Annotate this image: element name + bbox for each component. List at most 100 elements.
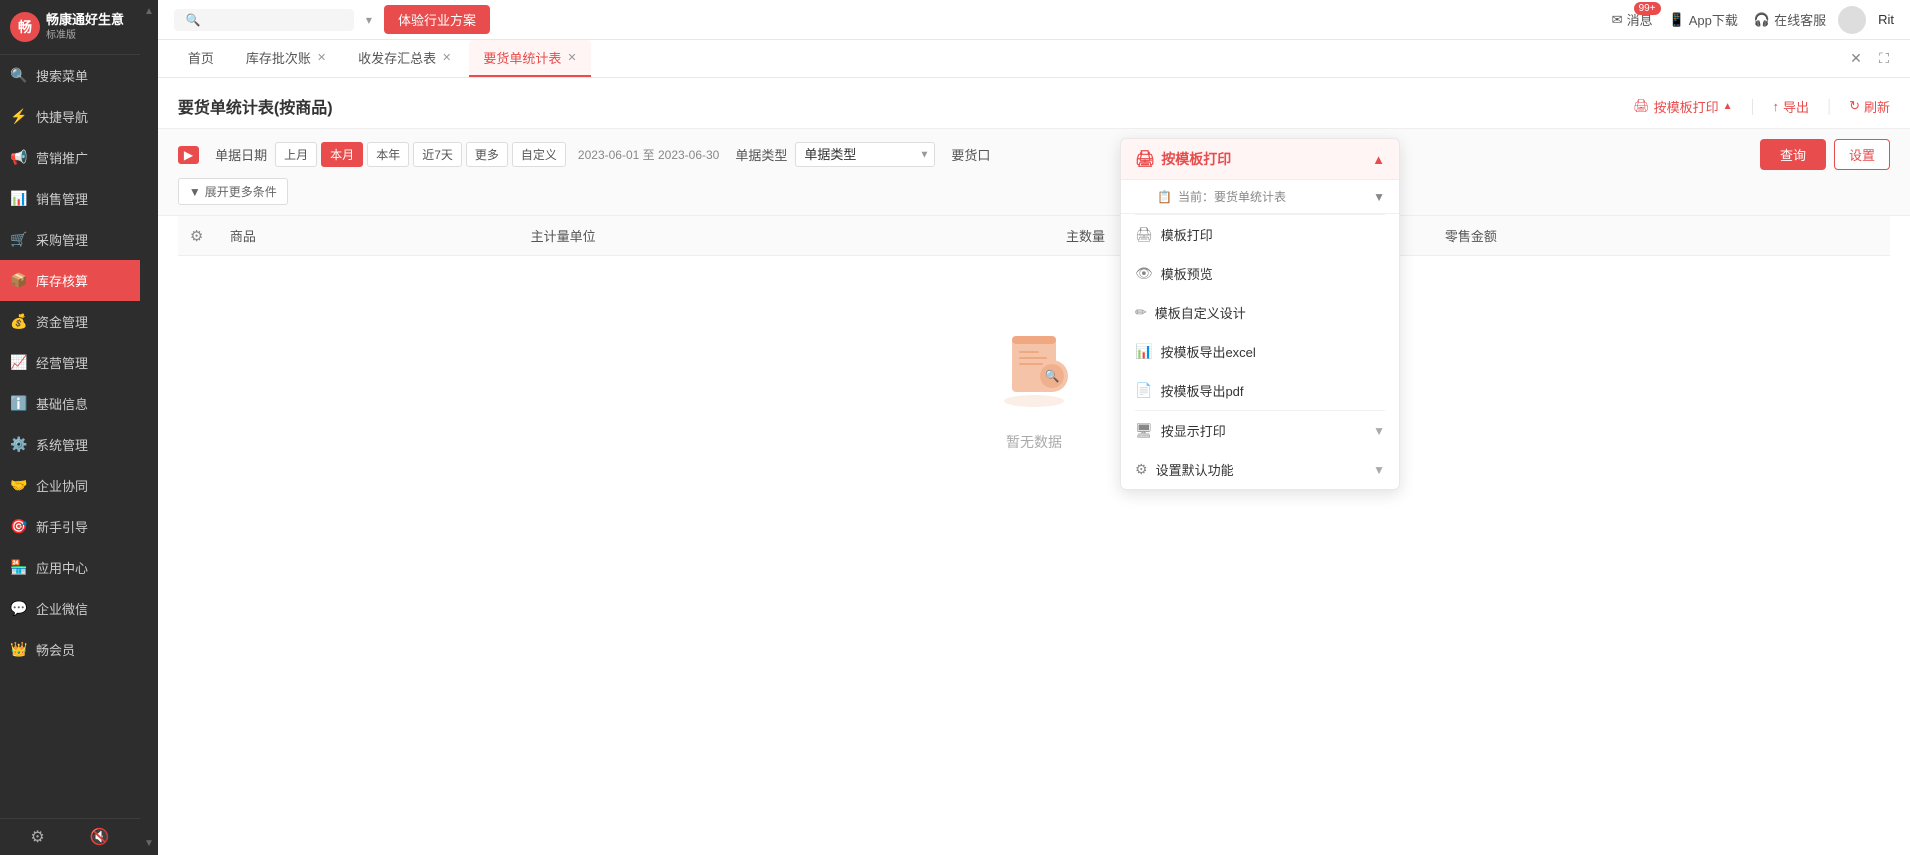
export-btn[interactable]: ↑ 导出 — [1773, 97, 1810, 116]
template-export-excel-item[interactable]: 📊 按模板导出excel — [1121, 332, 1399, 371]
close-window-btn[interactable]: ✕ — [1846, 49, 1866, 69]
type-filter-group: 单据类型 单据类型 ▼ — [735, 142, 935, 167]
tab-close-inventory-batch[interactable]: ✕ — [317, 51, 326, 64]
table-area: ⚙ 商品 主计量单位 主数量 零售金额 — [158, 216, 1910, 532]
display-print-item[interactable]: 🖥 按显示打印 ▼ — [1121, 411, 1399, 450]
print-item-icon: 🖨 — [1135, 226, 1153, 243]
template-preview-item[interactable]: 👁 模板预览 — [1121, 254, 1399, 293]
experience-btn[interactable]: 体验行业方案 — [384, 5, 490, 34]
date-filter-group: 单据日期 上月 本月 本年 近7天 更多 自定义 2023-06-01 至 20… — [215, 142, 719, 167]
sidebar-item-finance[interactable]: 💰 资金管理 — [0, 301, 140, 342]
default-func-icon: ⚙ — [1135, 461, 1148, 478]
pdf-item-icon: 📄 — [1135, 382, 1152, 399]
query-btn[interactable]: 查询 — [1760, 139, 1826, 170]
column-settings-icon[interactable]: ⚙ — [190, 228, 203, 245]
expand-conditions-btn[interactable]: ▼ 展开更多条件 — [178, 178, 288, 205]
wechat-icon: 💬 — [10, 600, 28, 618]
sidebar-item-wechat[interactable]: 💬 企业微信 — [0, 588, 140, 629]
goods-filter-group: 要货口 — [951, 145, 990, 164]
divider1: ｜ — [1745, 94, 1761, 118]
tab-inventory-batch[interactable]: 库存批次账 ✕ — [232, 40, 340, 77]
message-badge: 99+ — [1634, 2, 1661, 15]
sidebar-item-basic[interactable]: ℹ️ 基础信息 — [0, 383, 140, 424]
date-filter-label: 单据日期 — [215, 145, 267, 164]
settings-footer-btn[interactable]: ⚙ — [30, 827, 44, 847]
last-7-days-btn[interactable]: 近7天 — [413, 142, 462, 167]
sidebar-item-member[interactable]: 👑 畅会员 — [0, 629, 140, 670]
data-table: ⚙ 商品 主计量单位 主数量 零售金额 — [178, 216, 1890, 256]
scroll-down-arrow[interactable]: ▼ — [142, 834, 156, 853]
user-avatar[interactable] — [1838, 6, 1866, 34]
message-icon: ✉ — [1612, 12, 1623, 28]
display-print-arrow: ▼ — [1373, 424, 1385, 438]
sidebar-item-purchase[interactable]: 🛒 采购管理 — [0, 219, 140, 260]
sidebar-item-sales[interactable]: 📊 销售管理 — [0, 178, 140, 219]
app-download-btn[interactable]: 📱 App下载 — [1669, 10, 1738, 29]
sidebar-item-inventory[interactable]: 📦 库存核算 — [0, 260, 140, 301]
col-amount: 零售金额 — [1433, 216, 1890, 256]
this-month-btn[interactable]: 本月 — [321, 142, 363, 167]
print-btn[interactable]: 🖨 按模板打印 ▲ — [1633, 97, 1732, 116]
system-icon: ⚙️ — [10, 436, 28, 454]
sidebar-item-system[interactable]: ⚙️ 系统管理 — [0, 424, 140, 465]
dropdown-collapse-btn[interactable]: ▲ — [1372, 152, 1385, 167]
header-dropdown[interactable]: ▾ — [366, 13, 372, 27]
col-settings: ⚙ — [178, 216, 218, 256]
page-content: 要货单统计表(按商品) 🖨 按模板打印 ▲ ｜ ↑ 导出 ｜ ↻ — [158, 78, 1910, 855]
sidebar-item-marketing[interactable]: 📢 营销推广 — [0, 137, 140, 178]
member-icon: 👑 — [10, 641, 28, 659]
basic-icon: ℹ️ — [10, 395, 28, 413]
search-header-icon: 🔍 — [186, 13, 201, 27]
top-header: 🔍 ▾ 体验行业方案 ✉ 消息 99+ 📱 App下载 🎧 在线客服 — [158, 0, 1910, 40]
sales-icon: 📊 — [10, 190, 28, 208]
sidebar-item-collab[interactable]: 🤝 企业协同 — [0, 465, 140, 506]
expand-left-btn[interactable]: ▶ — [178, 146, 199, 164]
goods-filter-label: 要货口 — [951, 145, 990, 164]
app-subtitle: 标准版 — [46, 29, 124, 42]
printer-icon: 🖨 — [1633, 98, 1650, 114]
refresh-btn[interactable]: ↻ 刷新 — [1849, 97, 1890, 116]
last-month-btn[interactable]: 上月 — [275, 142, 317, 167]
preview-item-icon: 👁 — [1135, 265, 1153, 282]
search-icon: 🔍 — [10, 67, 28, 85]
template-export-pdf-item[interactable]: 📄 按模板导出pdf — [1121, 371, 1399, 410]
scroll-up-arrow[interactable]: ▲ — [142, 2, 156, 21]
app-download-icon: 📱 — [1669, 12, 1685, 28]
shortcut-icon: ⚡ — [10, 108, 28, 126]
maximize-window-btn[interactable]: ⛶ — [1874, 49, 1894, 69]
sidebar-item-guide[interactable]: 🎯 新手引导 — [0, 506, 140, 547]
tab-close-order-stats[interactable]: ✕ — [567, 51, 576, 64]
tabs-bar: 首页 库存批次账 ✕ 收发存汇总表 ✕ 要货单统计表 ✕ ✕ ⛶ — [158, 40, 1910, 78]
sidebar-item-appstore[interactable]: 🏪 应用中心 — [0, 547, 140, 588]
sidebar-item-search[interactable]: 🔍 搜索菜单 — [0, 55, 140, 96]
current-template-item[interactable]: 📋 当前：要货单统计表 ▼ — [1121, 180, 1399, 214]
settings-filter-btn[interactable]: 设置 — [1834, 139, 1890, 170]
filter-row-1: ▶ 单据日期 上月 本月 本年 近7天 更多 自定义 2023-06-01 至 … — [178, 139, 1890, 170]
tab-receivable-summary[interactable]: 收发存汇总表 ✕ — [344, 40, 465, 77]
custom-date-btn[interactable]: 自定义 — [512, 142, 566, 167]
filter-row-2: ▼ 展开更多条件 — [178, 178, 1890, 205]
customer-service-btn[interactable]: 🎧 在线客服 — [1754, 10, 1826, 29]
appstore-icon: 🏪 — [10, 559, 28, 577]
print-dropdown-arrow: ▲ — [1723, 101, 1733, 112]
type-select[interactable]: 单据类型 — [795, 142, 935, 167]
header-search[interactable]: 🔍 — [174, 9, 354, 31]
inventory-icon: 📦 — [10, 272, 28, 290]
message-btn[interactable]: ✉ 消息 99+ — [1612, 10, 1653, 29]
page-header: 要货单统计表(按商品) 🖨 按模板打印 ▲ ｜ ↑ 导出 ｜ ↻ — [158, 78, 1910, 128]
print-dropdown: 🖨 按模板打印 ▲ 📋 当前：要货单统计表 ▼ 🖨 模板打印 👁 模板预览 ✏ … — [1120, 138, 1400, 490]
template-design-item[interactable]: ✏ 模板自定义设计 — [1121, 293, 1399, 332]
mute-footer-btn[interactable]: 🔇 — [90, 827, 110, 847]
purchase-icon: 🛒 — [10, 231, 28, 249]
default-func-item[interactable]: ⚙ 设置默认功能 ▼ — [1121, 450, 1399, 489]
template-print-item[interactable]: 🖨 模板打印 — [1121, 215, 1399, 254]
sidebar-nav: 🔍 搜索菜单 ⚡ 快捷导航 📢 营销推广 📊 销售管理 🛒 采购管理 📦 — [0, 55, 140, 818]
tab-order-stats[interactable]: 要货单统计表 ✕ — [469, 40, 590, 77]
tab-home[interactable]: 首页 — [174, 40, 228, 77]
tab-close-receivable[interactable]: ✕ — [442, 51, 451, 64]
this-year-btn[interactable]: 本年 — [367, 142, 409, 167]
header-icons: ✉ 消息 99+ 📱 App下载 🎧 在线客服 — [1612, 10, 1826, 29]
sidebar-item-operations[interactable]: 📈 经营管理 — [0, 342, 140, 383]
more-date-btn[interactable]: 更多 — [466, 142, 508, 167]
sidebar-item-shortcut[interactable]: ⚡ 快捷导航 — [0, 96, 140, 137]
